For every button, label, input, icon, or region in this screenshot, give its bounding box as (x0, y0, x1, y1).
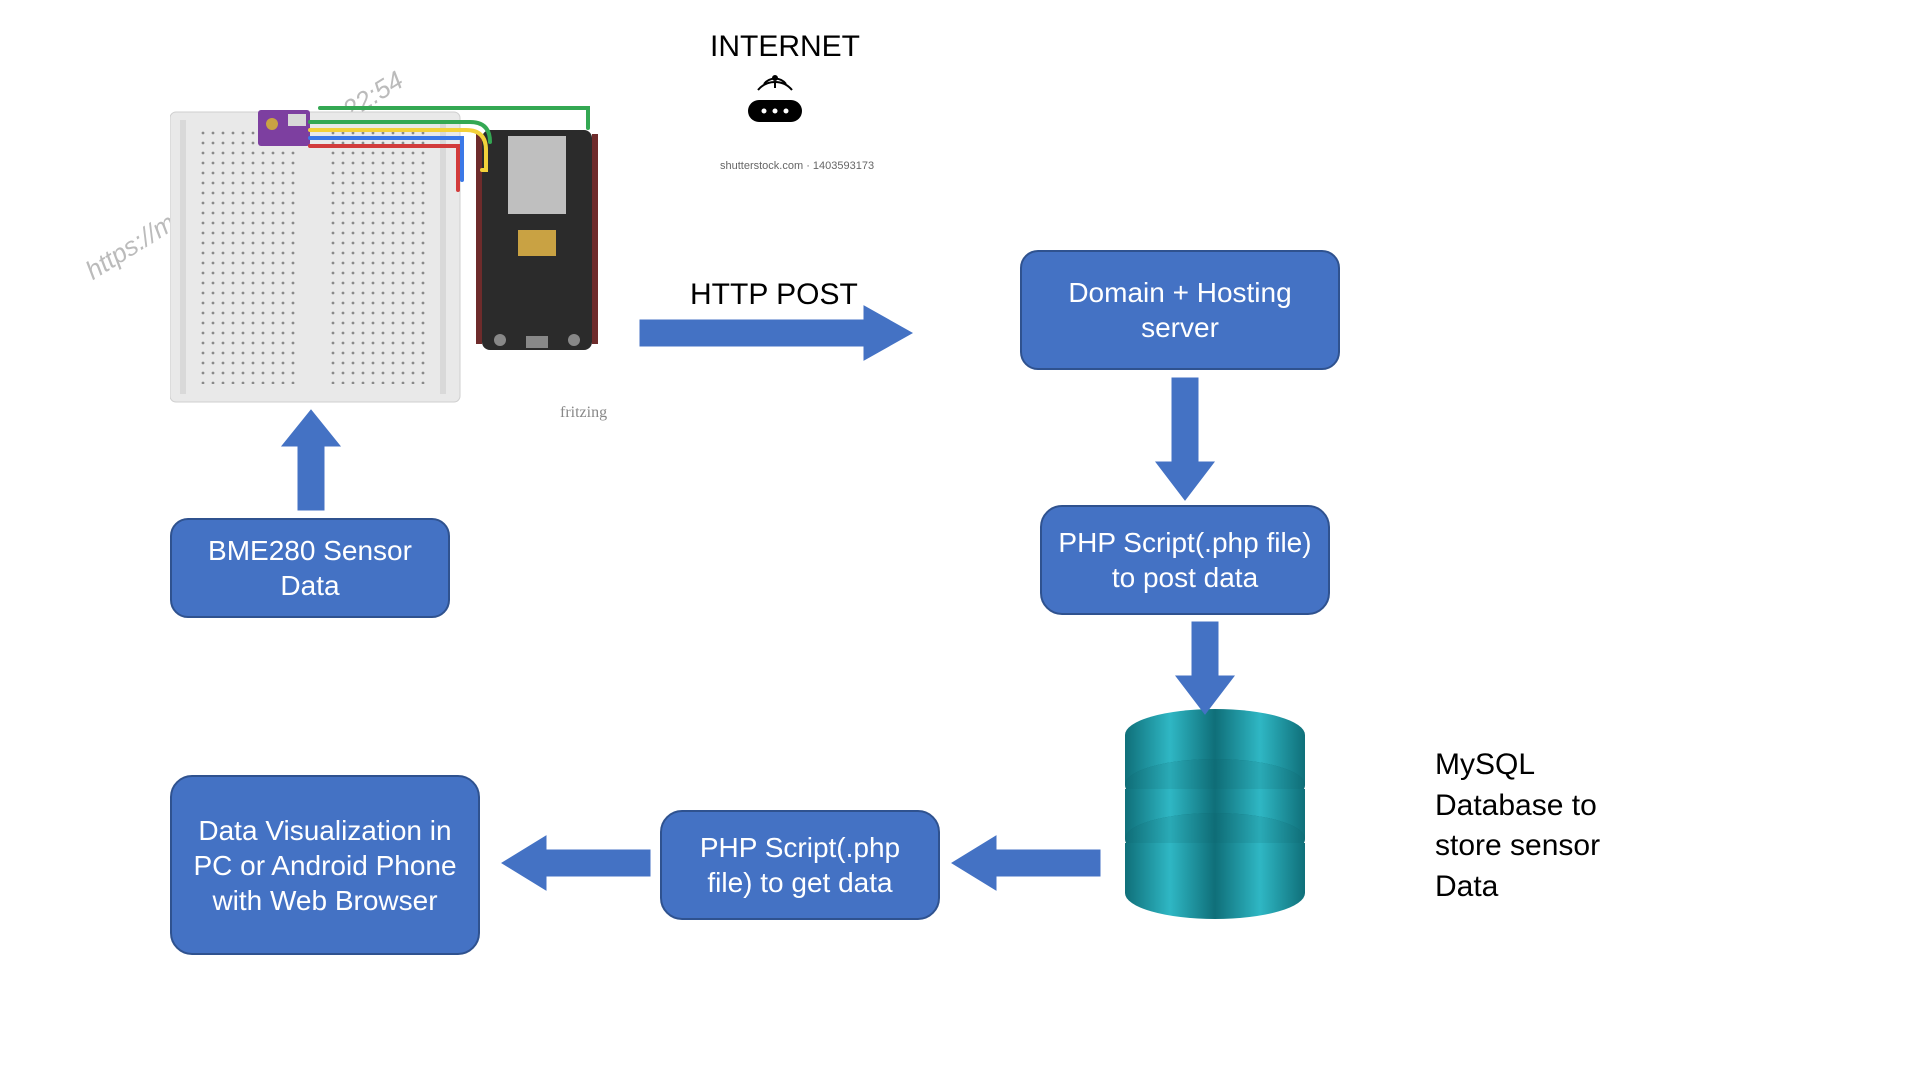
router-icon (730, 70, 820, 150)
breadboard-esp32-icon (170, 100, 610, 410)
shutterstock-credit: shutterstock.com · 1403593173 (720, 160, 874, 172)
node-hosting: Domain + Hosting server (1020, 250, 1340, 370)
node-php-get: PHP Script(.php file) to get data (660, 810, 940, 920)
db-label: MySQL Database to store sensor Data (1435, 745, 1655, 907)
fritzing-credit: fritzing (560, 404, 607, 422)
diagram-canvas: https://microdigisoft.com - 22:54 INTERN… (0, 0, 1920, 1080)
arrow-http-post (640, 306, 912, 360)
internet-label: INTERNET (710, 30, 860, 64)
http-post-label: HTTP POST (690, 278, 858, 312)
database-icon (1115, 705, 1315, 935)
node-php-post: PHP Script(.php file) to post data (1040, 505, 1330, 615)
arrow-hosting-to-phppost (1156, 378, 1214, 500)
node-visualization: Data Visualization in PC or Android Phon… (170, 775, 480, 955)
arrow-db-to-phpget (952, 836, 1100, 890)
arrow-sensor-to-board (282, 410, 340, 510)
node-sensor: BME280 Sensor Data (170, 518, 450, 618)
arrow-phppost-to-db (1176, 622, 1234, 714)
arrow-phpget-to-viz (502, 836, 650, 890)
